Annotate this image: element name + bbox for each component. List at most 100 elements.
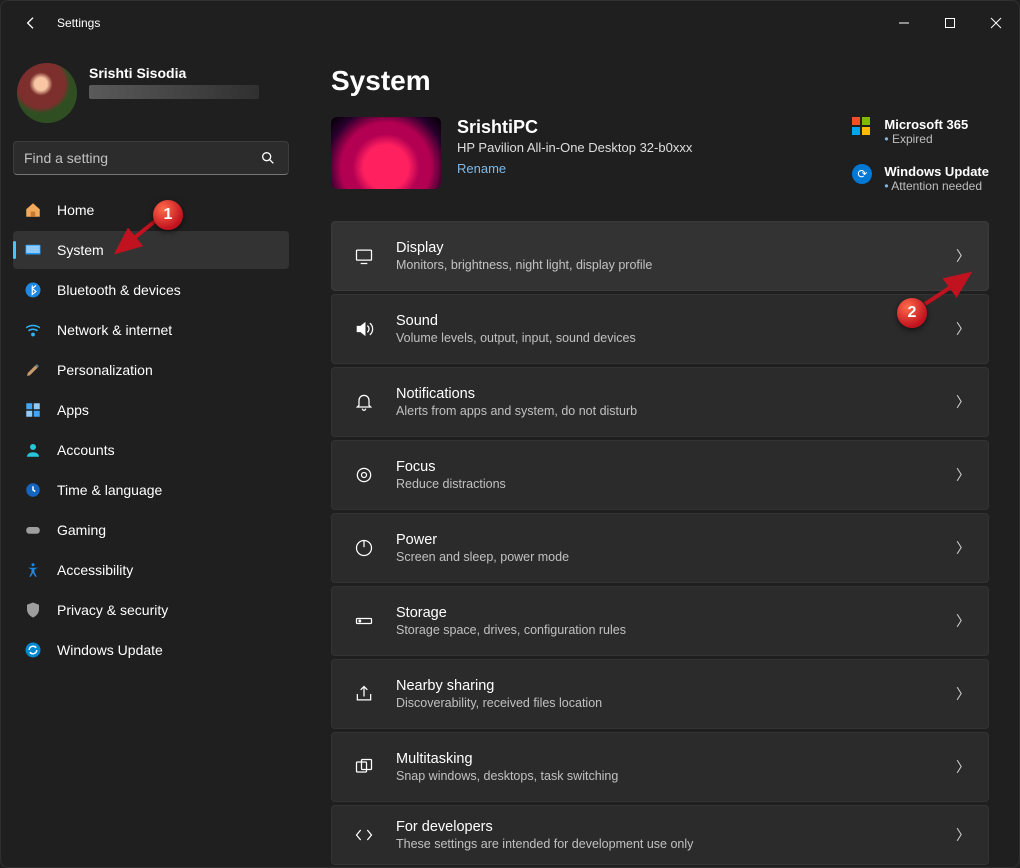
tile-title: Power bbox=[396, 532, 956, 548]
profile-name: Srishti Sisodia bbox=[89, 65, 281, 81]
settings-tiles: Display Monitors, brightness, night light… bbox=[331, 221, 989, 865]
profile[interactable]: Srishti Sisodia bbox=[13, 55, 289, 135]
tile-focus[interactable]: Focus Reduce distractions 〉 bbox=[331, 440, 989, 510]
window-title: Settings bbox=[57, 16, 100, 30]
sidebar-item-label: Apps bbox=[57, 402, 89, 418]
wifi-icon bbox=[23, 320, 43, 340]
share-icon bbox=[350, 684, 378, 704]
tile-title: Sound bbox=[396, 313, 956, 329]
gamepad-icon bbox=[23, 520, 43, 540]
m365-title: Microsoft 365 bbox=[884, 117, 968, 132]
tile-title: Storage bbox=[396, 605, 956, 621]
microsoft-365-icon bbox=[852, 117, 872, 137]
chevron-right-icon: 〉 bbox=[956, 611, 970, 631]
storage-icon bbox=[350, 611, 378, 631]
tile-title: Display bbox=[396, 240, 956, 256]
windows-update-icon: ⟳ bbox=[852, 164, 872, 184]
sidebar-item-gaming[interactable]: Gaming bbox=[13, 511, 289, 549]
sidebar-item-label: Accounts bbox=[57, 442, 115, 458]
accessibility-icon bbox=[23, 560, 43, 580]
back-button[interactable] bbox=[19, 11, 43, 35]
chevron-right-icon: 〉 bbox=[956, 757, 970, 777]
sidebar-item-label: Windows Update bbox=[57, 642, 163, 658]
power-icon bbox=[350, 538, 378, 558]
home-icon bbox=[23, 200, 43, 220]
sidebar-item-privacy[interactable]: Privacy & security bbox=[13, 591, 289, 629]
tile-storage[interactable]: Storage Storage space, drives, configurat… bbox=[331, 586, 989, 656]
sidebar-item-apps[interactable]: Apps bbox=[13, 391, 289, 429]
tile-sound[interactable]: SoundVolume levels, output, input, sound… bbox=[331, 294, 989, 364]
sidebar-item-network[interactable]: Network & internet bbox=[13, 311, 289, 349]
chevron-right-icon: 〉 bbox=[956, 465, 970, 485]
sidebar-item-accessibility[interactable]: Accessibility bbox=[13, 551, 289, 589]
chevron-right-icon: 〉 bbox=[956, 538, 970, 558]
search-box[interactable] bbox=[13, 141, 289, 175]
wu-status: Attention needed bbox=[884, 179, 989, 193]
wu-title: Windows Update bbox=[884, 164, 989, 179]
device-model: HP Pavilion All-in-One Desktop 32-b0xxx bbox=[457, 140, 692, 155]
tile-power[interactable]: Power Screen and sleep, power mode 〉 bbox=[331, 513, 989, 583]
sidebar-item-windows-update[interactable]: Windows Update bbox=[13, 631, 289, 669]
sidebar-item-label: Accessibility bbox=[57, 562, 133, 578]
display-icon bbox=[350, 246, 378, 266]
maximize-button[interactable] bbox=[927, 1, 973, 45]
annotation-badge-1: 1 bbox=[153, 200, 183, 230]
tile-display[interactable]: Display Monitors, brightness, night light… bbox=[331, 221, 989, 291]
tile-sub: Storage space, drives, configuration rul… bbox=[396, 623, 956, 637]
tile-sub: Screen and sleep, power mode bbox=[396, 550, 956, 564]
status-windows-update[interactable]: ⟳ Windows Update Attention needed bbox=[852, 164, 989, 193]
sidebar-item-label: Time & language bbox=[57, 482, 162, 498]
chevron-right-icon: 〉 bbox=[956, 825, 970, 845]
close-button[interactable] bbox=[973, 1, 1019, 45]
sidebar-item-label: Home bbox=[57, 202, 94, 218]
tile-multitasking[interactable]: MultitaskingSnap windows, desktops, task… bbox=[331, 732, 989, 802]
tile-sub: These settings are intended for developm… bbox=[396, 837, 956, 851]
chevron-right-icon: 〉 bbox=[956, 392, 970, 412]
search-input[interactable] bbox=[24, 150, 258, 166]
sidebar-item-accounts[interactable]: Accounts bbox=[13, 431, 289, 469]
chevron-right-icon: 〉 bbox=[956, 684, 970, 704]
tile-sub: Reduce distractions bbox=[396, 477, 956, 491]
developers-icon bbox=[350, 825, 378, 845]
tile-sub: Monitors, brightness, night light, displ… bbox=[396, 258, 956, 272]
sidebar-item-personalization[interactable]: Personalization bbox=[13, 351, 289, 389]
sidebar-item-time-language[interactable]: Time & language bbox=[13, 471, 289, 509]
annotation-badge-2: 2 bbox=[897, 298, 927, 328]
profile-email-redacted bbox=[89, 85, 259, 99]
clock-icon bbox=[23, 480, 43, 500]
sidebar-item-label: Gaming bbox=[57, 522, 106, 538]
shield-icon bbox=[23, 600, 43, 620]
tile-title: Nearby sharing bbox=[396, 678, 956, 694]
tile-title: Focus bbox=[396, 459, 956, 475]
device-thumbnail[interactable] bbox=[331, 117, 441, 189]
update-icon bbox=[23, 640, 43, 660]
paintbrush-icon bbox=[23, 360, 43, 380]
search-icon bbox=[258, 148, 278, 168]
sidebar-item-bluetooth[interactable]: Bluetooth & devices bbox=[13, 271, 289, 309]
sidebar-item-label: Privacy & security bbox=[57, 602, 168, 618]
multitasking-icon bbox=[350, 757, 378, 777]
tile-for-developers[interactable]: For developers These settings are intende… bbox=[331, 805, 989, 865]
tile-notifications[interactable]: NotificationsAlerts from apps and system… bbox=[331, 367, 989, 437]
status-m365[interactable]: Microsoft 365 Expired bbox=[852, 117, 989, 146]
tile-sub: Snap windows, desktops, task switching bbox=[396, 769, 956, 783]
device-name: SrishtiPC bbox=[457, 117, 692, 138]
sidebar-item-label: Network & internet bbox=[57, 322, 172, 338]
focus-icon bbox=[350, 465, 378, 485]
minimize-button[interactable] bbox=[881, 1, 927, 45]
tile-title: For developers bbox=[396, 819, 956, 835]
chevron-right-icon: 〉 bbox=[956, 246, 970, 266]
bell-icon bbox=[350, 392, 378, 412]
tile-sub: Alerts from apps and system, do not dist… bbox=[396, 404, 956, 418]
chevron-right-icon: 〉 bbox=[956, 319, 970, 339]
main-content: System SrishtiPC HP Pavilion All-in-One … bbox=[301, 45, 1019, 867]
page-title: System bbox=[331, 65, 989, 97]
tile-nearby-sharing[interactable]: Nearby sharingDiscoverability, received … bbox=[331, 659, 989, 729]
sidebar-item-label: Bluetooth & devices bbox=[57, 282, 181, 298]
apps-icon bbox=[23, 400, 43, 420]
system-icon bbox=[23, 240, 43, 260]
bluetooth-icon bbox=[23, 280, 43, 300]
rename-link[interactable]: Rename bbox=[457, 161, 692, 176]
avatar bbox=[17, 63, 77, 123]
sidebar: Srishti Sisodia Home System bbox=[1, 45, 301, 867]
